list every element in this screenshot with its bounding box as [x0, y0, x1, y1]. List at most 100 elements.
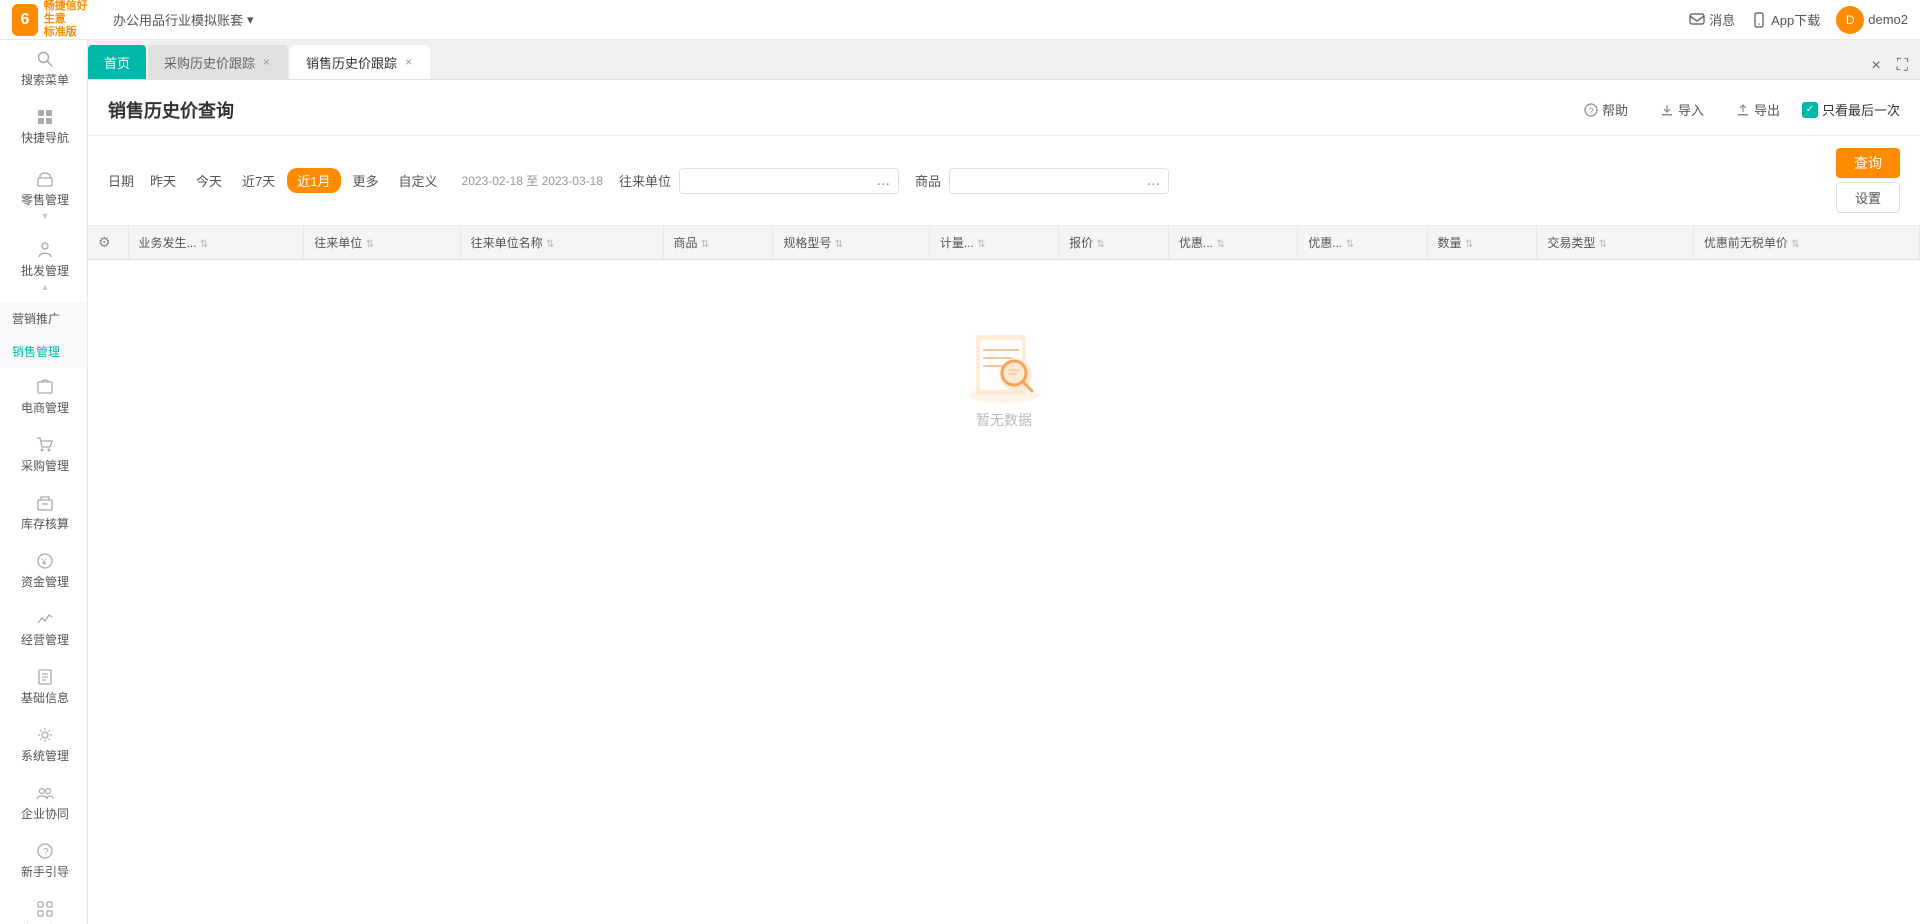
date-btn-1month[interactable]: 近1月	[287, 168, 340, 193]
sort-icon-trade-type[interactable]: ⇅	[1599, 239, 1607, 250]
date-buttons: 昨天 今天 近7天 近1月 更多 自定义	[142, 168, 446, 193]
only-last-toggle[interactable]: ✓ 只看最后一次	[1802, 100, 1900, 119]
svg-text:?: ?	[1589, 107, 1594, 116]
sort-icon-qty[interactable]: ⇅	[1465, 239, 1473, 250]
sort-icon-quote[interactable]: ⇅	[1096, 239, 1104, 250]
sidebar-item-purchase[interactable]: 采购管理	[0, 426, 87, 484]
sidebar-item-sys-mgmt[interactable]: 系统管理	[0, 716, 87, 774]
message-icon	[1689, 12, 1705, 28]
sort-icon-partner-name[interactable]: ⇅	[546, 239, 554, 250]
sidebar-item-ops[interactable]: 经营管理	[0, 600, 87, 658]
col-partner-name: 往来单位名称 ⇅	[460, 226, 663, 260]
date-btn-custom[interactable]: 自定义	[391, 168, 446, 193]
table-header-row: ⚙ 业务发生... ⇅ 往来单位 ⇅ 往来单位名称	[88, 226, 1920, 260]
sort-icon-pre-tax-price[interactable]: ⇅	[1791, 239, 1799, 250]
partner-dots-btn[interactable]: ...	[877, 172, 890, 190]
search-btn[interactable]: 查询	[1836, 148, 1900, 178]
table-settings-icon[interactable]: ⚙	[98, 234, 111, 250]
sidebar-item-enterprise-collab[interactable]: 企业协同	[0, 774, 87, 832]
tab-sales-history[interactable]: 销售历史价跟踪 ×	[290, 45, 430, 79]
col-pre-tax-price: 优惠前无税单价 ⇅	[1693, 226, 1919, 260]
sidebar-item-quick-nav[interactable]: 快捷导航	[0, 98, 87, 156]
sidebar-item-sales-mgmt[interactable]: 销售管理	[0, 335, 87, 368]
tab-bar: 首页 采购历史价跟踪 × 销售历史价跟踪 × × ⛶	[88, 40, 1920, 80]
page-title: 销售历史价查询	[108, 97, 234, 123]
partner-filter-group: 往来单位 ...	[619, 168, 899, 194]
content-area: 首页 采购历史价跟踪 × 销售历史价跟踪 × × ⛶ 销售历史价查询	[88, 40, 1920, 924]
svg-text:¥: ¥	[41, 557, 48, 567]
page-header: 销售历史价查询 ? 帮助 导入 导出	[88, 80, 1920, 136]
inventory-icon	[36, 494, 54, 512]
help-btn[interactable]: ? 帮助	[1574, 96, 1638, 123]
sidebar-item-finance[interactable]: ¥ 资金管理	[0, 542, 87, 600]
header-right: 消息 App下载 D demo2	[1689, 6, 1908, 34]
wholesale-mgmt-label: 批发管理	[21, 262, 69, 279]
sort-icon-goods[interactable]: ⇅	[701, 239, 709, 250]
sidebar-item-app-center[interactable]: 应用中心	[0, 890, 87, 924]
table-container: ⚙ 业务发生... ⇅ 往来单位 ⇅ 往来单位名称	[88, 226, 1920, 924]
partner-input-field[interactable]	[688, 173, 877, 188]
col-qty: 数量 ⇅	[1427, 226, 1537, 260]
tab-sales-close[interactable]: ×	[403, 53, 414, 71]
user-profile[interactable]: D demo2	[1836, 6, 1908, 34]
logo-icon: 6	[12, 4, 38, 36]
sidebar-item-ecommerce[interactable]: 电商管理	[0, 368, 87, 426]
app-download-label: App下载	[1771, 10, 1820, 29]
goods-filter-label: 商品	[915, 171, 941, 190]
sidebar-item-inventory[interactable]: 库存核算	[0, 484, 87, 542]
header-left: 6 畅捷信好生意 标准版 办公用品行业模拟账套 ▾	[12, 0, 262, 39]
date-btn-7days[interactable]: 近7天	[234, 168, 283, 193]
inventory-label: 库存核算	[21, 515, 69, 532]
tab-purchase-close[interactable]: ×	[261, 53, 272, 71]
date-btn-more[interactable]: 更多	[345, 168, 387, 193]
export-btn[interactable]: 导出	[1726, 96, 1790, 123]
avatar: D	[1836, 6, 1864, 34]
page-content: 销售历史价查询 ? 帮助 导入 导出	[88, 80, 1920, 924]
sort-icon-biz-date[interactable]: ⇅	[200, 239, 208, 250]
sort-icon-discount2[interactable]: ⇅	[1346, 239, 1354, 250]
date-filter-group: 日期 昨天 今天 近7天 近1月 更多 自定义 2023-02-18 至 202…	[108, 168, 603, 193]
message-action[interactable]: 消息	[1689, 10, 1735, 29]
import-icon	[1660, 103, 1674, 117]
goods-input-field[interactable]	[958, 173, 1147, 188]
fullscreen-btn[interactable]: ⛶	[1893, 53, 1912, 79]
only-last-label: 只看最后一次	[1822, 100, 1900, 119]
goods-filter-input[interactable]: ...	[949, 168, 1169, 194]
sidebar-item-basic-info[interactable]: 基础信息	[0, 658, 87, 716]
partner-filter-input[interactable]: ...	[679, 168, 899, 194]
app-center-icon	[36, 900, 54, 918]
goods-dots-btn[interactable]: ...	[1147, 172, 1160, 190]
settings-btn[interactable]: 设置	[1836, 182, 1900, 213]
close-all-tabs-btn[interactable]: ×	[1867, 53, 1884, 79]
sort-icon-partner-code[interactable]: ⇅	[366, 239, 374, 250]
tab-purchase-history[interactable]: 采购历史价跟踪 ×	[148, 45, 288, 79]
date-btn-yesterday[interactable]: 昨天	[142, 168, 184, 193]
tab-home[interactable]: 首页	[88, 45, 146, 79]
sidebar-item-newbie[interactable]: ? 新手引导	[0, 832, 87, 890]
app-selector-label: 办公用品行业模拟账套	[113, 10, 243, 29]
goods-filter-group: 商品 ...	[915, 168, 1169, 194]
col-quote: 报价 ⇅	[1059, 226, 1169, 260]
tab-sales-label: 销售历史价跟踪	[306, 53, 397, 72]
finance-icon: ¥	[36, 552, 54, 570]
sort-icon-discount1[interactable]: ⇅	[1216, 239, 1224, 250]
sort-icon-unit[interactable]: ⇅	[977, 239, 985, 250]
app-selector[interactable]: 办公用品行业模拟账套 ▾	[105, 6, 262, 33]
app-download-action[interactable]: App下载	[1751, 10, 1820, 29]
search-icon	[36, 50, 54, 68]
col-spec: 规格型号 ⇅	[773, 226, 929, 260]
sidebar-item-retail-mgmt[interactable]: 零售管理 ▼	[0, 160, 87, 231]
ops-icon	[36, 610, 54, 628]
import-btn[interactable]: 导入	[1650, 96, 1714, 123]
sidebar-item-wholesale-mgmt[interactable]: 批发管理 ▲	[0, 231, 87, 302]
sort-icon-spec[interactable]: ⇅	[835, 239, 843, 250]
sys-mgmt-label: 系统管理	[21, 747, 69, 764]
top-header: 6 畅捷信好生意 标准版 办公用品行业模拟账套 ▾ 消息 App下载 D dem…	[0, 0, 1920, 40]
collab-icon	[36, 784, 54, 802]
phone-icon	[1751, 12, 1767, 28]
sidebar-item-marketing[interactable]: 营销推广	[0, 302, 87, 335]
sidebar-item-search-menu[interactable]: 搜索菜单	[0, 40, 87, 98]
tab-bar-actions: × ⛶	[1859, 53, 1920, 79]
col-goods: 商品 ⇅	[663, 226, 773, 260]
date-btn-today[interactable]: 今天	[188, 168, 230, 193]
